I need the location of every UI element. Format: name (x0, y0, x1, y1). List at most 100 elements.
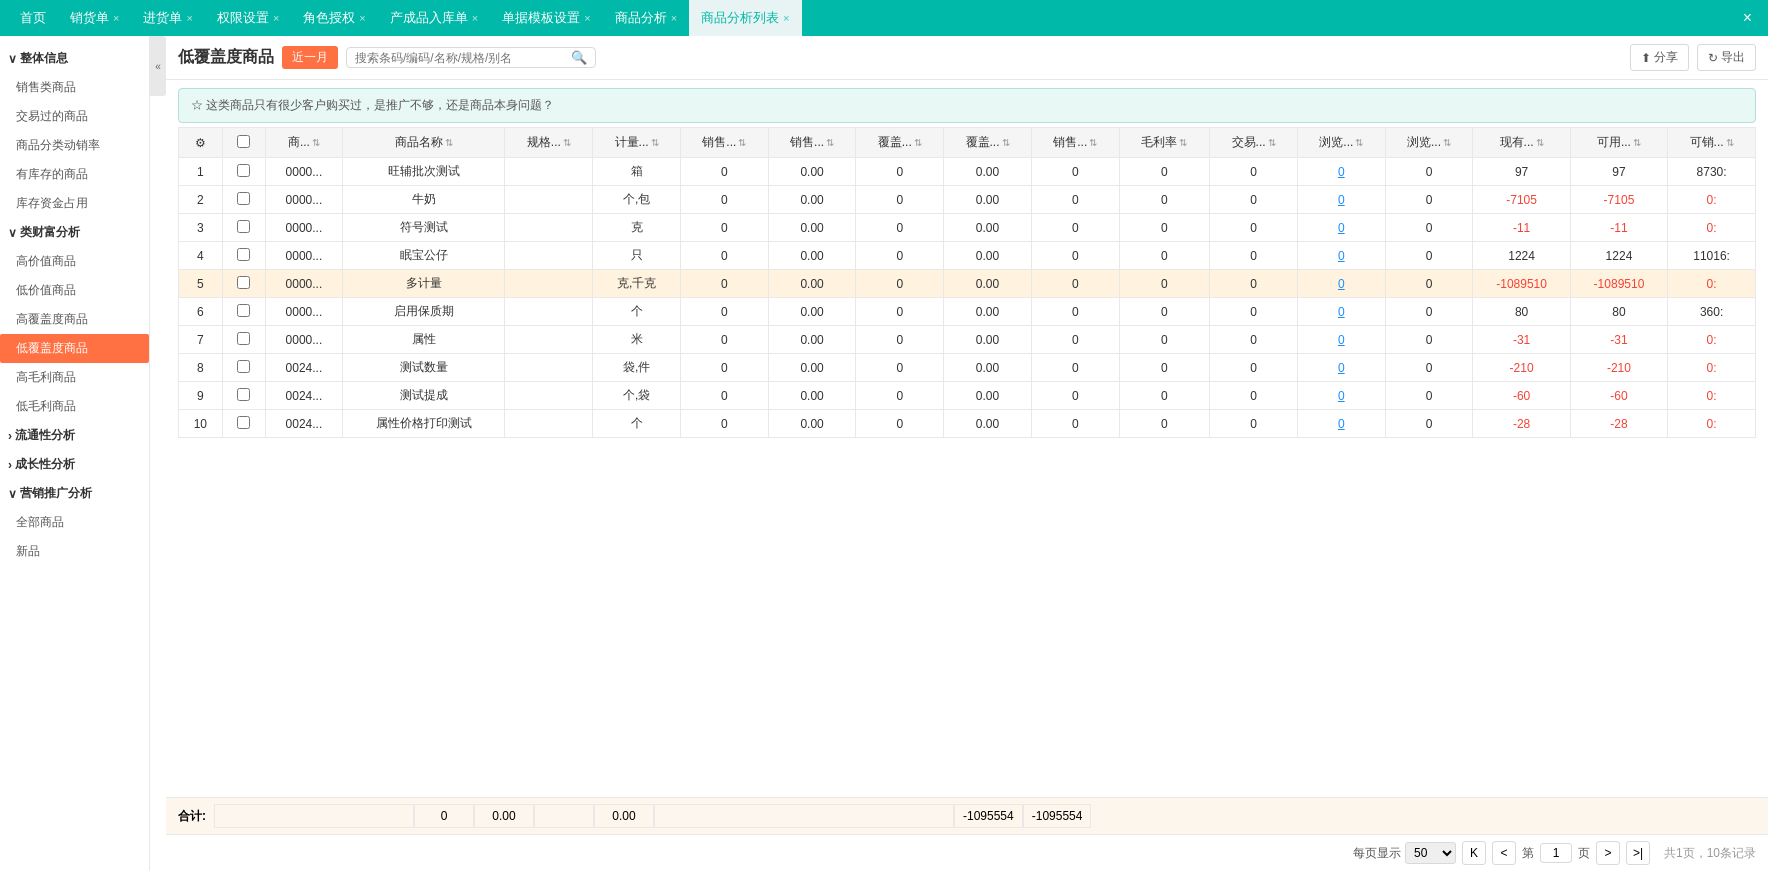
browse1[interactable]: 0 (1297, 298, 1385, 326)
browse-link[interactable]: 0 (1338, 221, 1345, 235)
row-checkbox-input[interactable] (237, 304, 250, 317)
sort-icon-unit[interactable]: ⇅ (651, 137, 659, 148)
sidebar-item-商品分类动销率[interactable]: 商品分类动销率 (0, 131, 149, 160)
sidebar-item-销售类商品[interactable]: 销售类商品 (0, 73, 149, 102)
col-header-unit[interactable]: 计量...⇅ (593, 128, 681, 158)
col-header-checkbox[interactable] (222, 128, 265, 158)
select-all-checkbox[interactable] (237, 135, 250, 148)
row-checkbox-input[interactable] (237, 164, 250, 177)
export-button[interactable]: ↻ 导出 (1697, 44, 1756, 71)
row-checkbox[interactable] (222, 298, 265, 326)
browse1[interactable]: 0 (1297, 186, 1385, 214)
col-header-browse1[interactable]: 浏览...⇅ (1297, 128, 1385, 158)
sidebar-group-成长性分析[interactable]: › 成长性分析 (0, 450, 149, 479)
nav-item-销货单[interactable]: 销货单 × (58, 0, 131, 36)
last-page-button[interactable]: >| (1626, 841, 1650, 865)
browse1[interactable]: 0 (1297, 354, 1385, 382)
gear-icon[interactable]: ⚙ (195, 136, 206, 150)
sort-icon-spec[interactable]: ⇅ (563, 137, 571, 148)
browse-link[interactable]: 0 (1338, 249, 1345, 263)
col-header-available_stock[interactable]: 可用...⇅ (1570, 128, 1667, 158)
nav-close-icon[interactable]: × (783, 12, 789, 24)
sort-icon-coverage1[interactable]: ⇅ (914, 137, 922, 148)
sort-icon-code[interactable]: ⇅ (312, 137, 320, 148)
col-header-current_stock[interactable]: 现有...⇅ (1473, 128, 1570, 158)
sort-icon-sellable[interactable]: ⇅ (1726, 137, 1734, 148)
sidebar-item-新品[interactable]: 新品 (0, 537, 149, 566)
sort-icon-gross_margin[interactable]: ⇅ (1179, 137, 1187, 148)
browse-link[interactable]: 0 (1338, 193, 1345, 207)
nav-item-商品分析列表[interactable]: 商品分析列表 × (689, 0, 801, 36)
browse1[interactable]: 0 (1297, 158, 1385, 186)
sidebar-item-库存资金占用[interactable]: 库存资金占用 (0, 189, 149, 218)
row-checkbox-input[interactable] (237, 192, 250, 205)
sort-icon-coverage2[interactable]: ⇅ (1002, 137, 1010, 148)
row-checkbox[interactable] (222, 326, 265, 354)
first-page-button[interactable]: K (1462, 841, 1486, 865)
nav-close-icon[interactable]: × (472, 12, 478, 24)
browse1[interactable]: 0 (1297, 214, 1385, 242)
browse-link[interactable]: 0 (1338, 277, 1345, 291)
sort-icon-transaction[interactable]: ⇅ (1268, 137, 1276, 148)
sidebar-group-流通性分析[interactable]: › 流通性分析 (0, 421, 149, 450)
nav-close-icon[interactable]: × (186, 12, 192, 24)
row-checkbox[interactable] (222, 186, 265, 214)
sidebar-item-低毛利商品[interactable]: 低毛利商品 (0, 392, 149, 421)
nav-item-进货单[interactable]: 进货单 × (131, 0, 204, 36)
row-checkbox-input[interactable] (237, 416, 250, 429)
nav-item-权限设置[interactable]: 权限设置 × (205, 0, 291, 36)
browse-link[interactable]: 0 (1338, 417, 1345, 431)
sidebar-item-低价值商品[interactable]: 低价值商品 (0, 276, 149, 305)
browse1[interactable]: 0 (1297, 382, 1385, 410)
row-checkbox-input[interactable] (237, 360, 250, 373)
nav-item-单据模板设置[interactable]: 单据模板设置 × (490, 0, 602, 36)
sort-icon-sales_amount[interactable]: ⇅ (826, 137, 834, 148)
search-input[interactable] (355, 51, 571, 65)
row-checkbox[interactable] (222, 158, 265, 186)
prev-page-button[interactable]: < (1492, 841, 1516, 865)
sidebar-item-低覆盖度商品[interactable]: 低覆盖度商品 (0, 334, 149, 363)
nav-item-首页[interactable]: 首页 (8, 0, 58, 36)
row-checkbox-input[interactable] (237, 332, 250, 345)
col-header-sales3[interactable]: 销售...⇅ (1031, 128, 1119, 158)
row-checkbox-input[interactable] (237, 276, 250, 289)
col-header-coverage2[interactable]: 覆盖...⇅ (944, 128, 1032, 158)
sidebar-item-有库存的商品[interactable]: 有库存的商品 (0, 160, 149, 189)
browse-link[interactable]: 0 (1338, 305, 1345, 319)
row-checkbox[interactable] (222, 242, 265, 270)
col-header-gross_margin[interactable]: 毛利率⇅ (1119, 128, 1210, 158)
browse-link[interactable]: 0 (1338, 333, 1345, 347)
row-checkbox[interactable] (222, 214, 265, 242)
nav-close-icon[interactable]: × (584, 12, 590, 24)
sort-icon-current_stock[interactable]: ⇅ (1536, 137, 1544, 148)
nav-close-icon[interactable]: × (671, 12, 677, 24)
col-header-browse2[interactable]: 浏览...⇅ (1385, 128, 1473, 158)
browse-link[interactable]: 0 (1338, 165, 1345, 179)
sidebar-item-交易过的商品[interactable]: 交易过的商品 (0, 102, 149, 131)
col-header-coverage1[interactable]: 覆盖...⇅ (856, 128, 944, 158)
row-checkbox-input[interactable] (237, 220, 250, 233)
nav-close-icon[interactable]: × (273, 12, 279, 24)
per-page-dropdown[interactable]: 2050100200 (1405, 842, 1456, 864)
row-checkbox[interactable] (222, 270, 265, 298)
row-checkbox[interactable] (222, 410, 265, 438)
page-input[interactable] (1540, 843, 1572, 863)
nav-item-产成品入库单[interactable]: 产成品入库单 × (378, 0, 490, 36)
browse-link[interactable]: 0 (1338, 389, 1345, 403)
sort-icon-browse1[interactable]: ⇅ (1355, 137, 1363, 148)
col-header-name[interactable]: 商品名称⇅ (343, 128, 505, 158)
sort-icon-browse2[interactable]: ⇅ (1443, 137, 1451, 148)
sort-icon-available_stock[interactable]: ⇅ (1633, 137, 1641, 148)
row-checkbox-input[interactable] (237, 388, 250, 401)
col-header-sales_count[interactable]: 销售...⇅ (680, 128, 768, 158)
sidebar-group-营销推广分析[interactable]: ∨ 营销推广分析 (0, 479, 149, 508)
col-header-code[interactable]: 商...⇅ (265, 128, 342, 158)
nav-item-角色授权[interactable]: 角色授权 × (291, 0, 377, 36)
col-header-sales_amount[interactable]: 销售...⇅ (768, 128, 856, 158)
browse1[interactable]: 0 (1297, 410, 1385, 438)
row-checkbox[interactable] (222, 382, 265, 410)
sort-icon-name[interactable]: ⇅ (445, 137, 453, 148)
sidebar-item-高毛利商品[interactable]: 高毛利商品 (0, 363, 149, 392)
sidebar-item-高覆盖度商品[interactable]: 高覆盖度商品 (0, 305, 149, 334)
sort-icon-sales_count[interactable]: ⇅ (738, 137, 746, 148)
